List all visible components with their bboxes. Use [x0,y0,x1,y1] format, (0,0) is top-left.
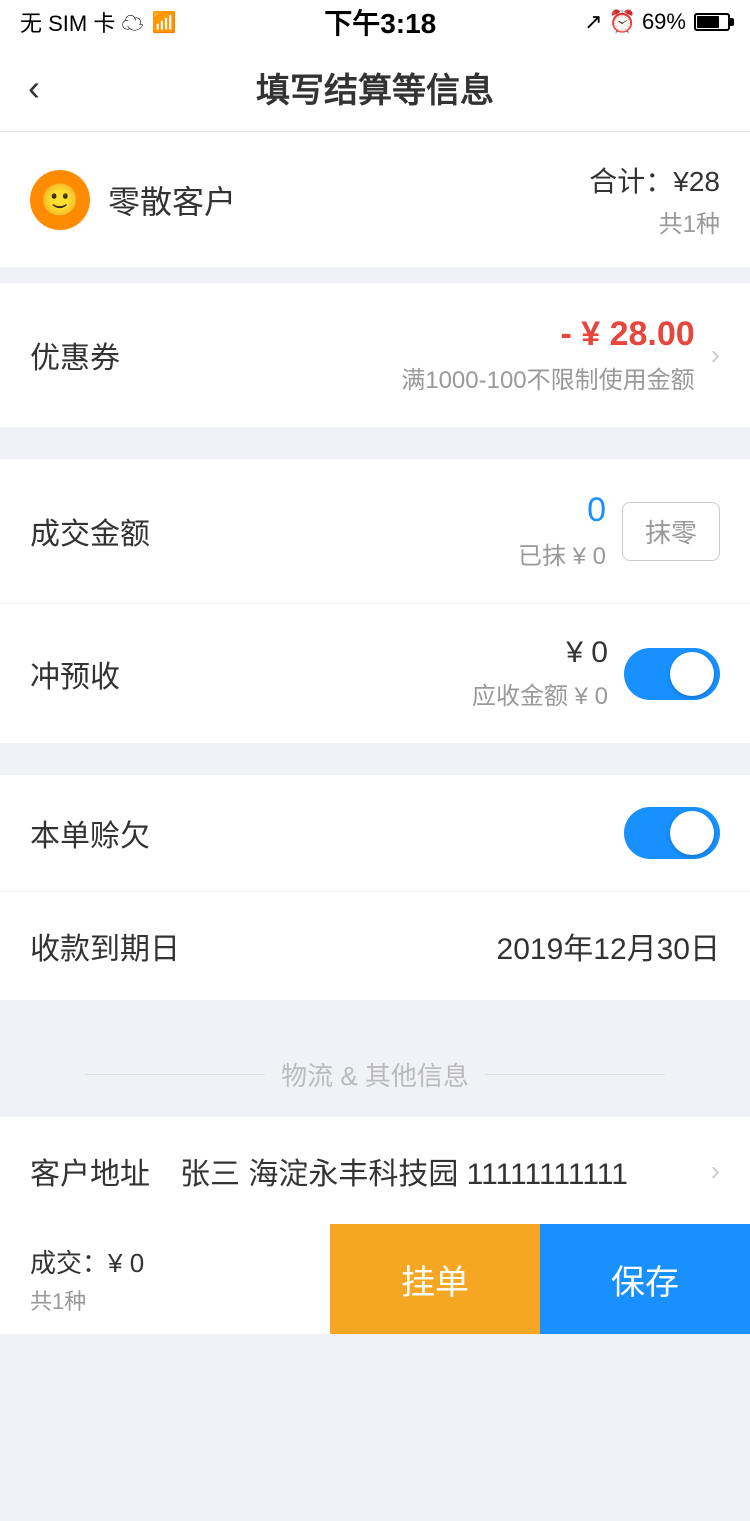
coupon-row[interactable]: 优惠券 - ¥ 28.00 满1000-100不限制使用金额 › [0,283,750,427]
address-value: 张三 海淀永丰科技园 11111111111 [180,1149,681,1193]
status-right: ↗ ⏰ 69% [584,9,730,35]
debt-row: 本单赊欠 [0,775,750,892]
total-amount: 合计：¥28 [589,160,720,200]
wifi-icon: 📶 [151,10,176,35]
nav-bar: ‹ 填写结算等信息 [0,44,750,132]
save-button[interactable]: 保存 [540,1224,750,1334]
battery-icon [694,13,730,31]
logistics-header: 物流 & 其他信息 [0,1032,750,1117]
customer-right: 合计：¥28 共1种 [589,160,720,239]
debt-toggle[interactable] [624,807,720,859]
deal-right: 0 已抹 ¥ 0 抹零 [518,491,720,571]
bottom-bar: 成交：¥ 0 共1种 挂单 保存 [0,1224,750,1334]
coupon-discount: - ¥ 28.00 [401,315,694,354]
debt-label: 本单赊欠 [30,811,150,855]
page-title: 填写结算等信息 [256,63,494,112]
logistics-line-right [485,1074,665,1075]
deal-value: 0 [518,491,606,530]
status-bar: 无 SIM 卡 ☁ 📶 下午3:18 ↗ ⏰ 69% [0,0,750,44]
status-left: 无 SIM 卡 ☁ 📶 [20,6,176,38]
prepay-value: ¥ 0 [472,636,608,670]
debt-section: 本单赊欠 收款到期日 2019年12月30日 [0,775,750,1000]
moling-button[interactable]: 抹零 [622,502,720,561]
divider-1 [0,443,750,459]
coupon-label: 优惠券 [30,333,120,377]
due-date-value: 2019年12月30日 [497,924,720,968]
battery-percent: 69% [642,9,686,35]
coupon-sub: 满1000-100不限制使用金额 [401,360,694,395]
sim-text: 无 SIM 卡 ☁ [20,6,143,38]
hang-order-button[interactable]: 挂单 [330,1224,540,1334]
bottom-info: 成交：¥ 0 共1种 [0,1243,330,1316]
bottom-deal-amount: 成交：¥ 0 [30,1243,300,1280]
deal-sub: 已抹 ¥ 0 [518,536,606,571]
address-row[interactable]: 客户地址 张三 海淀永丰科技园 11111111111 › [0,1117,750,1225]
back-button[interactable]: ‹ [28,67,40,109]
prepay-row: 冲预收 ¥ 0 应收金额 ¥ 0 [0,604,750,743]
prepay-sub: 应收金额 ¥ 0 [472,676,608,711]
location-icon: ↗ [584,9,602,35]
logistics-title: 物流 & 其他信息 [281,1056,469,1093]
address-chevron-icon: › [711,1155,720,1187]
bottom-deal-value: ¥ 0 [108,1248,144,1278]
customer-section: 🙂 零散客户 合计：¥28 共1种 [0,132,750,267]
bottom-deal-label: 成交： [30,1248,108,1278]
prepay-right: ¥ 0 应收金额 ¥ 0 [472,636,720,711]
bottom-count: 共1种 [30,1284,300,1316]
prepay-label: 冲预收 [30,652,120,696]
customer-row[interactable]: 🙂 零散客户 合计：¥28 共1种 [0,132,750,267]
deal-label: 成交金额 [30,509,150,553]
debt-right [624,807,720,859]
due-date-row: 收款到期日 2019年12月30日 [0,892,750,1000]
chevron-right-icon: › [711,339,720,371]
due-date-label: 收款到期日 [30,924,180,968]
total-count: 共1种 [589,204,720,239]
address-section: 客户地址 张三 海淀永丰科技园 11111111111 › [0,1117,750,1225]
deal-row: 成交金额 0 已抹 ¥ 0 抹零 [0,459,750,604]
debt-toggle-thumb [670,811,714,855]
clock-icon: ⏰ [609,9,636,35]
address-label: 客户地址 [30,1149,150,1193]
coupon-section: 优惠券 - ¥ 28.00 满1000-100不限制使用金额 › [0,283,750,427]
divider-3 [0,1016,750,1032]
deal-section: 成交金额 0 已抹 ¥ 0 抹零 冲预收 ¥ 0 应收金额 ¥ 0 [0,459,750,743]
status-time: 下午3:18 [324,2,436,42]
logistics-divider: 物流 & 其他信息 [30,1056,720,1093]
prepay-toggle[interactable] [624,648,720,700]
customer-name: 零散客户 [108,177,236,223]
coupon-right: - ¥ 28.00 满1000-100不限制使用金额 › [401,315,720,395]
divider-2 [0,759,750,775]
customer-left: 🙂 零散客户 [30,170,236,230]
logistics-line-left [85,1074,265,1075]
toggle-thumb [670,652,714,696]
avatar: 🙂 [30,170,90,230]
